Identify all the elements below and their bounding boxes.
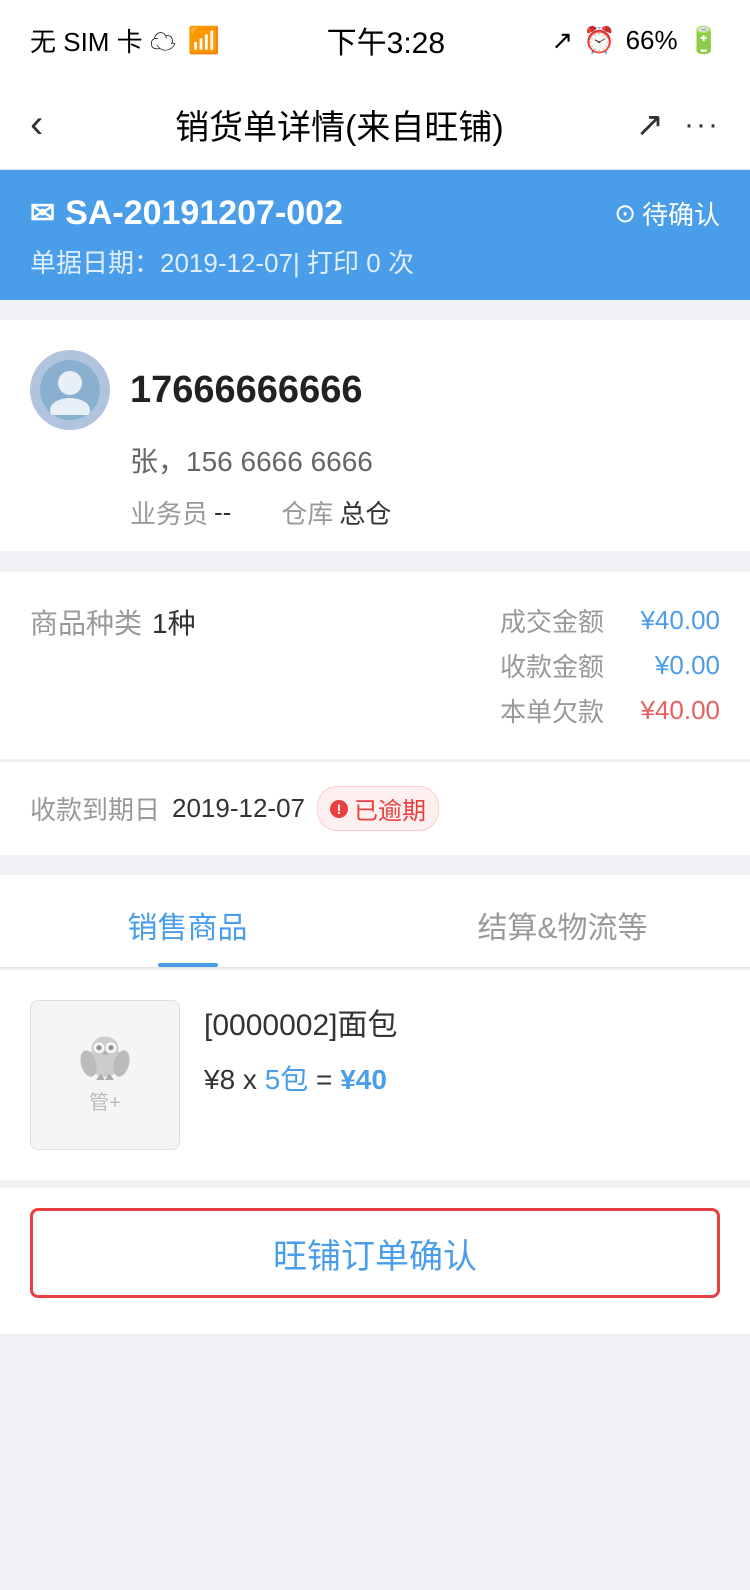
- nav-right: ↗ ···: [636, 105, 720, 145]
- share-icon[interactable]: ↗: [636, 105, 665, 145]
- order-date-value: 2019-12-07: [160, 248, 293, 278]
- divider-2: [0, 759, 750, 760]
- status-bar: 无 SIM 卡 ☁ 📶 下午3:28 ↗ ⏰ 66% 🔋: [0, 0, 750, 80]
- back-button[interactable]: ‹: [30, 102, 43, 147]
- status-time: 下午3:28: [327, 18, 445, 62]
- summary-right: 成交金额 ¥40.00 收款金额 ¥0.00 本单欠款 ¥40.00: [500, 602, 720, 729]
- product-type-value: 1种: [152, 602, 196, 642]
- amount-row-1: 成交金额 ¥40.00: [500, 602, 720, 639]
- wifi-icon: 📶: [188, 25, 220, 56]
- customer-meta: 业务员 -- 仓库 总仓: [130, 494, 720, 531]
- battery-label: 66%: [626, 25, 678, 56]
- bottom-bar: 旺铺订单确认: [0, 1188, 750, 1334]
- product-info: [0000002]面包 ¥8 x 5包 = ¥40: [204, 1000, 720, 1098]
- tab-section: 销售商品 结算&物流等: [0, 875, 750, 968]
- product-thumbnail: 管+: [30, 1000, 180, 1150]
- location-icon: ↗: [551, 25, 573, 56]
- amount-row-3: 本单欠款 ¥40.00: [500, 692, 720, 729]
- order-status-label: 待确认: [642, 195, 720, 232]
- customer-section: 17666666666 张，156 6666 6666 业务员 -- 仓库 总仓: [0, 320, 750, 551]
- order-number: SA-20191207-002: [65, 194, 343, 233]
- sales-label: 业务员: [130, 494, 208, 531]
- nav-left: ‹: [30, 102, 43, 147]
- due-date-value: 2019-12-07: [172, 793, 305, 824]
- date-label: 单据日期：: [30, 248, 160, 278]
- confirm-order-label: 旺铺订单确认: [273, 1229, 477, 1278]
- tab-sales-label: 销售商品: [128, 912, 248, 945]
- nav-bar: ‹ 销货单详情(来自旺铺) ↗ ···: [0, 80, 750, 170]
- summary-section: 商品种类 1种 成交金额 ¥40.00 收款金额 ¥0.00 本单欠款 ¥40.…: [0, 572, 750, 759]
- tab-sales-product[interactable]: 销售商品: [0, 875, 375, 967]
- order-number-row: ✉ SA-20191207-002: [30, 194, 343, 233]
- product-section: 管+ [0000002]面包 ¥8 x 5包 = ¥40: [0, 970, 750, 1180]
- product-price: ¥8 x 5包 = ¥40: [204, 1058, 720, 1098]
- product-type-label: 商品种类: [30, 602, 142, 642]
- no-sim-label: 无 SIM 卡 ☁: [30, 22, 176, 59]
- customer-name: 张，156 6666 6666: [130, 440, 720, 480]
- amount-label: 成交金额: [500, 602, 604, 639]
- page-title: 销货单详情(来自旺铺): [175, 100, 504, 149]
- product-brand-text: 管+: [89, 1086, 121, 1115]
- confirm-order-button[interactable]: 旺铺订单确认: [30, 1208, 720, 1298]
- status-clock-icon: ⊙: [614, 198, 636, 229]
- overdue-dot-icon: !: [330, 800, 348, 818]
- print-unit: 次: [388, 248, 414, 278]
- order-status: ⊙ 待确认: [614, 195, 720, 232]
- customer-phone: 17666666666: [130, 369, 362, 412]
- tab-settlement[interactable]: 结算&物流等: [375, 875, 750, 967]
- status-left: 无 SIM 卡 ☁ 📶: [30, 22, 220, 59]
- amount-row-2: 收款金额 ¥0.00: [500, 647, 720, 684]
- amount-value: ¥40.00: [620, 605, 720, 636]
- print-count: 0: [366, 248, 380, 278]
- product-price-label: ¥8 x: [204, 1064, 265, 1095]
- more-icon[interactable]: ···: [684, 108, 720, 142]
- due-label: 本单欠款: [500, 692, 604, 729]
- alarm-icon: ⏰: [583, 25, 615, 56]
- order-header: ✉ SA-20191207-002 ⊙ 待确认 单据日期：2019-12-07|…: [0, 170, 750, 300]
- tab-settlement-label: 结算&物流等: [477, 912, 647, 945]
- product-total: ¥40: [340, 1064, 387, 1095]
- print-label: | 打印: [293, 248, 359, 278]
- warehouse-label: 仓库: [281, 494, 333, 531]
- overdue-label: 已逾期: [354, 791, 426, 826]
- bottom-spacer: [0, 1440, 750, 1590]
- product-equals: =: [308, 1064, 340, 1095]
- order-icon: ✉: [30, 196, 55, 231]
- received-value: ¥0.00: [620, 650, 720, 681]
- received-label: 收款金额: [500, 647, 604, 684]
- due-date-section: 收款到期日 2019-12-07 ! 已逾期: [0, 762, 750, 855]
- warehouse-value: 总仓: [339, 494, 391, 531]
- product-qty: 5包: [265, 1064, 309, 1095]
- status-right: ↗ ⏰ 66% 🔋: [551, 25, 720, 56]
- due-value: ¥40.00: [620, 695, 720, 726]
- customer-avatar: [30, 350, 110, 430]
- battery-icon: 🔋: [688, 25, 720, 56]
- overdue-badge: ! 已逾期: [317, 786, 439, 831]
- divider-1: [0, 551, 750, 552]
- order-date-row: 单据日期：2019-12-07| 打印 0 次: [30, 243, 720, 280]
- due-date-label: 收款到期日: [30, 790, 160, 827]
- sales-value: --: [214, 497, 231, 528]
- product-name: [0000002]面包: [204, 1000, 720, 1044]
